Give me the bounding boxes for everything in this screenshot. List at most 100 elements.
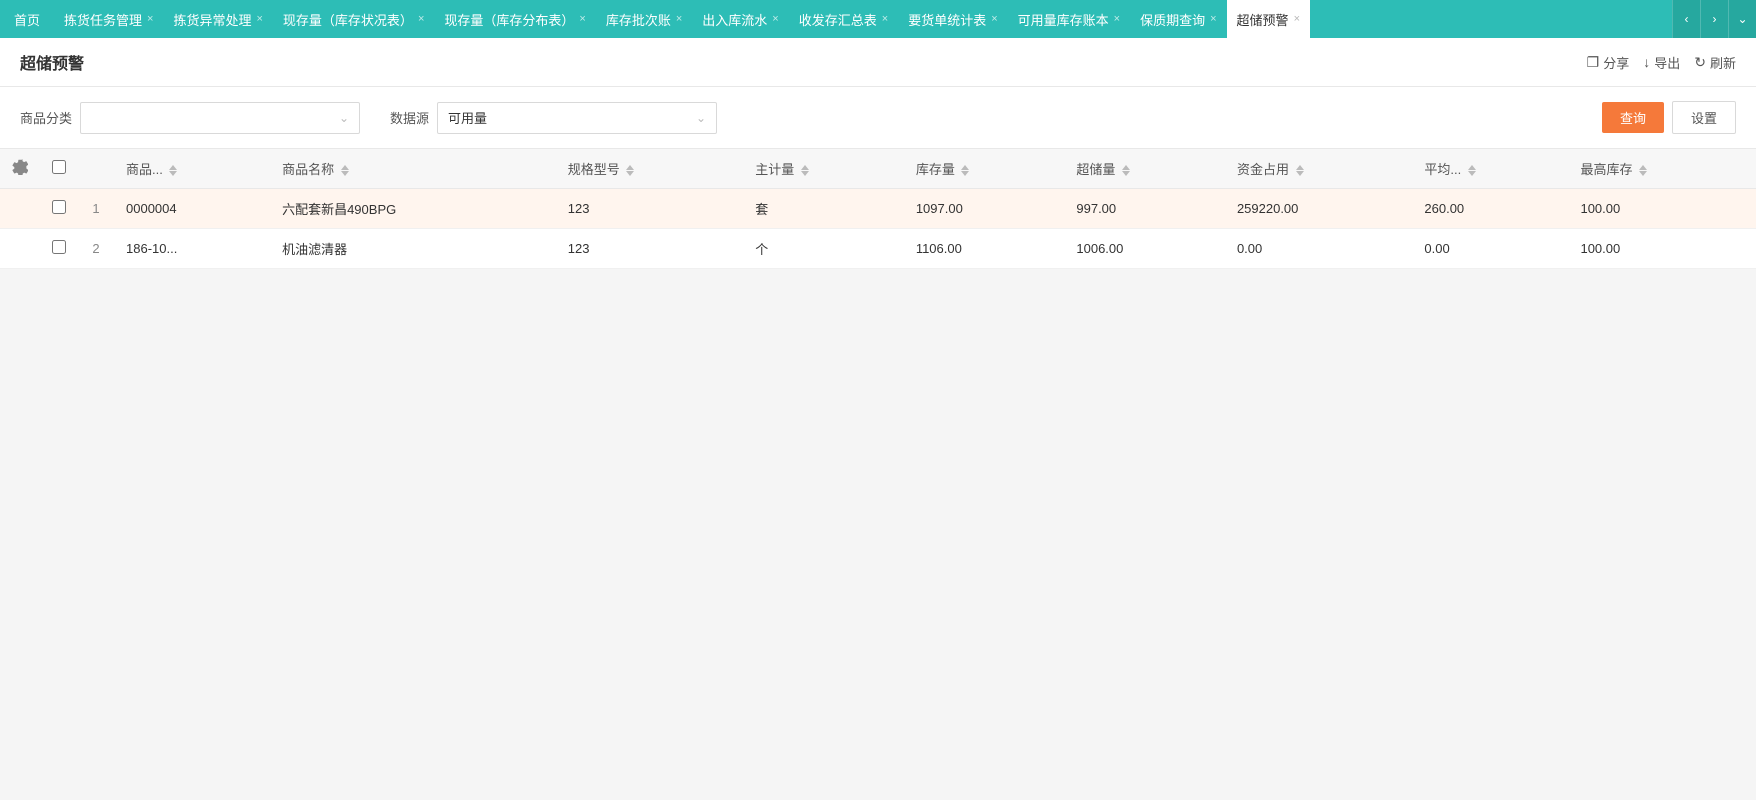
- nav-more-btn[interactable]: ⌄: [1728, 0, 1756, 38]
- filter-actions: 查询 设置: [1602, 101, 1736, 134]
- row-gear-1: [0, 229, 40, 269]
- export-icon: ↓: [1643, 54, 1650, 70]
- row-capital-1: 0.00: [1225, 229, 1412, 269]
- nav-tab-6[interactable]: 收发存汇总表 ×: [789, 0, 898, 38]
- share-icon: ❐: [1587, 54, 1600, 71]
- close-tab-5[interactable]: ×: [772, 13, 778, 25]
- close-tab-10[interactable]: ×: [1294, 13, 1300, 25]
- nav-tab-4[interactable]: 库存批次账 ×: [596, 0, 692, 38]
- row-product-name-0: 六配套新昌490BPG: [270, 189, 556, 229]
- table-row: 1 0000004 六配套新昌490BPG 123 套 1097.00 997.…: [0, 189, 1756, 229]
- nav-tab-2[interactable]: 现存量（库存状况表） ×: [273, 0, 434, 38]
- header-actions: ❐ 分享 ↓ 导出 ↻ 刷新: [1587, 53, 1736, 72]
- col-max-stock[interactable]: 最高库存: [1568, 149, 1756, 189]
- col-product-code[interactable]: 商品...: [114, 149, 270, 189]
- top-nav: 首页 拣货任务管理 × 拣货异常处理 × 现存量（库存状况表） × 现存量（库存…: [0, 0, 1756, 38]
- row-overstock-1: 1006.00: [1064, 229, 1225, 269]
- col-capital[interactable]: 资金占用: [1225, 149, 1412, 189]
- row-product-code-1: 186-10...: [114, 229, 270, 269]
- row-product-name-1: 机油滤清器: [270, 229, 556, 269]
- nav-arrows: ‹ › ⌄: [1672, 0, 1756, 38]
- row-gear-0: [0, 189, 40, 229]
- col-product-name[interactable]: 商品名称: [270, 149, 556, 189]
- row-spec-0: 123: [556, 189, 743, 229]
- sort-unit[interactable]: [801, 165, 809, 176]
- filter-product-category: 商品分类 ⌄: [20, 102, 360, 134]
- settings-gear-icon[interactable]: [12, 159, 28, 175]
- table-container: 商品... 商品名称 规格型号: [0, 149, 1756, 269]
- export-button[interactable]: ↓ 导出: [1643, 53, 1680, 72]
- table-header-row: 商品... 商品名称 规格型号: [0, 149, 1756, 189]
- row-stock-1: 1106.00: [904, 229, 1065, 269]
- col-settings: [0, 149, 40, 189]
- row-avg-1: 0.00: [1412, 229, 1568, 269]
- table-row: 2 186-10... 机油滤清器 123 个 1106.00 1006.00 …: [0, 229, 1756, 269]
- col-select-all[interactable]: [40, 149, 78, 189]
- nav-tab-9[interactable]: 保质期查询 ×: [1130, 0, 1226, 38]
- product-category-label: 商品分类: [20, 108, 72, 127]
- sort-product-name[interactable]: [341, 165, 349, 176]
- col-overstock[interactable]: 超储量: [1064, 149, 1225, 189]
- sort-stock[interactable]: [961, 165, 969, 176]
- nav-tab-8[interactable]: 可用量库存账本 ×: [1008, 0, 1130, 38]
- sort-max-stock[interactable]: [1639, 165, 1647, 176]
- sort-product-code[interactable]: [169, 165, 177, 176]
- nav-next-btn[interactable]: ›: [1700, 0, 1728, 38]
- data-table: 商品... 商品名称 规格型号: [0, 149, 1756, 269]
- settings-button[interactable]: 设置: [1672, 101, 1736, 134]
- row-product-code-0: 0000004: [114, 189, 270, 229]
- sort-spec[interactable]: [626, 165, 634, 176]
- select-all-checkbox[interactable]: [52, 160, 66, 174]
- row-num-1: 2: [78, 229, 114, 269]
- filter-area: 商品分类 ⌄ 数据源 可用量 ⌄ 查询 设置: [0, 87, 1756, 149]
- close-tab-3[interactable]: ×: [579, 13, 585, 25]
- nav-tab-10[interactable]: 超储预警 ×: [1227, 0, 1310, 38]
- close-tab-4[interactable]: ×: [676, 13, 682, 25]
- product-category-select[interactable]: ⌄: [80, 102, 360, 134]
- close-tab-9[interactable]: ×: [1210, 13, 1216, 25]
- sort-overstock[interactable]: [1122, 165, 1130, 176]
- row-stock-0: 1097.00: [904, 189, 1065, 229]
- row-checkbox-1[interactable]: [52, 240, 66, 254]
- sort-avg[interactable]: [1468, 165, 1476, 176]
- close-tab-8[interactable]: ×: [1114, 13, 1120, 25]
- refresh-button[interactable]: ↻ 刷新: [1694, 53, 1736, 72]
- table-body: 1 0000004 六配套新昌490BPG 123 套 1097.00 997.…: [0, 189, 1756, 269]
- share-button[interactable]: ❐ 分享: [1587, 53, 1630, 72]
- row-unit-0: 套: [743, 189, 904, 229]
- nav-home[interactable]: 首页: [0, 0, 54, 38]
- nav-tab-1[interactable]: 拣货异常处理 ×: [163, 0, 272, 38]
- row-avg-0: 260.00: [1412, 189, 1568, 229]
- close-tab-0[interactable]: ×: [147, 13, 153, 25]
- col-avg[interactable]: 平均...: [1412, 149, 1568, 189]
- row-capital-0: 259220.00: [1225, 189, 1412, 229]
- close-tab-6[interactable]: ×: [882, 13, 888, 25]
- row-checkbox-0[interactable]: [52, 200, 66, 214]
- row-unit-1: 个: [743, 229, 904, 269]
- nav-tab-7[interactable]: 要货单统计表 ×: [898, 0, 1007, 38]
- close-tab-2[interactable]: ×: [418, 13, 424, 25]
- query-button[interactable]: 查询: [1602, 102, 1664, 133]
- col-unit[interactable]: 主计量: [743, 149, 904, 189]
- data-source-value: 可用量: [448, 108, 487, 127]
- close-tab-7[interactable]: ×: [991, 13, 997, 25]
- filter-data-source: 数据源 可用量 ⌄: [390, 102, 717, 134]
- sort-capital[interactable]: [1296, 165, 1304, 176]
- row-checkbox-cell-1[interactable]: [40, 229, 78, 269]
- col-stock[interactable]: 库存量: [904, 149, 1065, 189]
- col-spec[interactable]: 规格型号: [556, 149, 743, 189]
- row-spec-1: 123: [556, 229, 743, 269]
- data-source-arrow: ⌄: [696, 111, 706, 125]
- nav-tab-3[interactable]: 现存量（库存分布表） ×: [434, 0, 595, 38]
- row-max-stock-1: 100.00: [1568, 229, 1756, 269]
- row-checkbox-cell-0[interactable]: [40, 189, 78, 229]
- refresh-icon: ↻: [1694, 54, 1706, 71]
- nav-prev-btn[interactable]: ‹: [1672, 0, 1700, 38]
- nav-tab-5[interactable]: 出入库流水 ×: [692, 0, 788, 38]
- data-source-select[interactable]: 可用量 ⌄: [437, 102, 717, 134]
- data-source-label: 数据源: [390, 108, 429, 127]
- page-header: 超储预警 ❐ 分享 ↓ 导出 ↻ 刷新: [0, 38, 1756, 87]
- row-overstock-0: 997.00: [1064, 189, 1225, 229]
- close-tab-1[interactable]: ×: [256, 13, 262, 25]
- nav-tab-0[interactable]: 拣货任务管理 ×: [54, 0, 163, 38]
